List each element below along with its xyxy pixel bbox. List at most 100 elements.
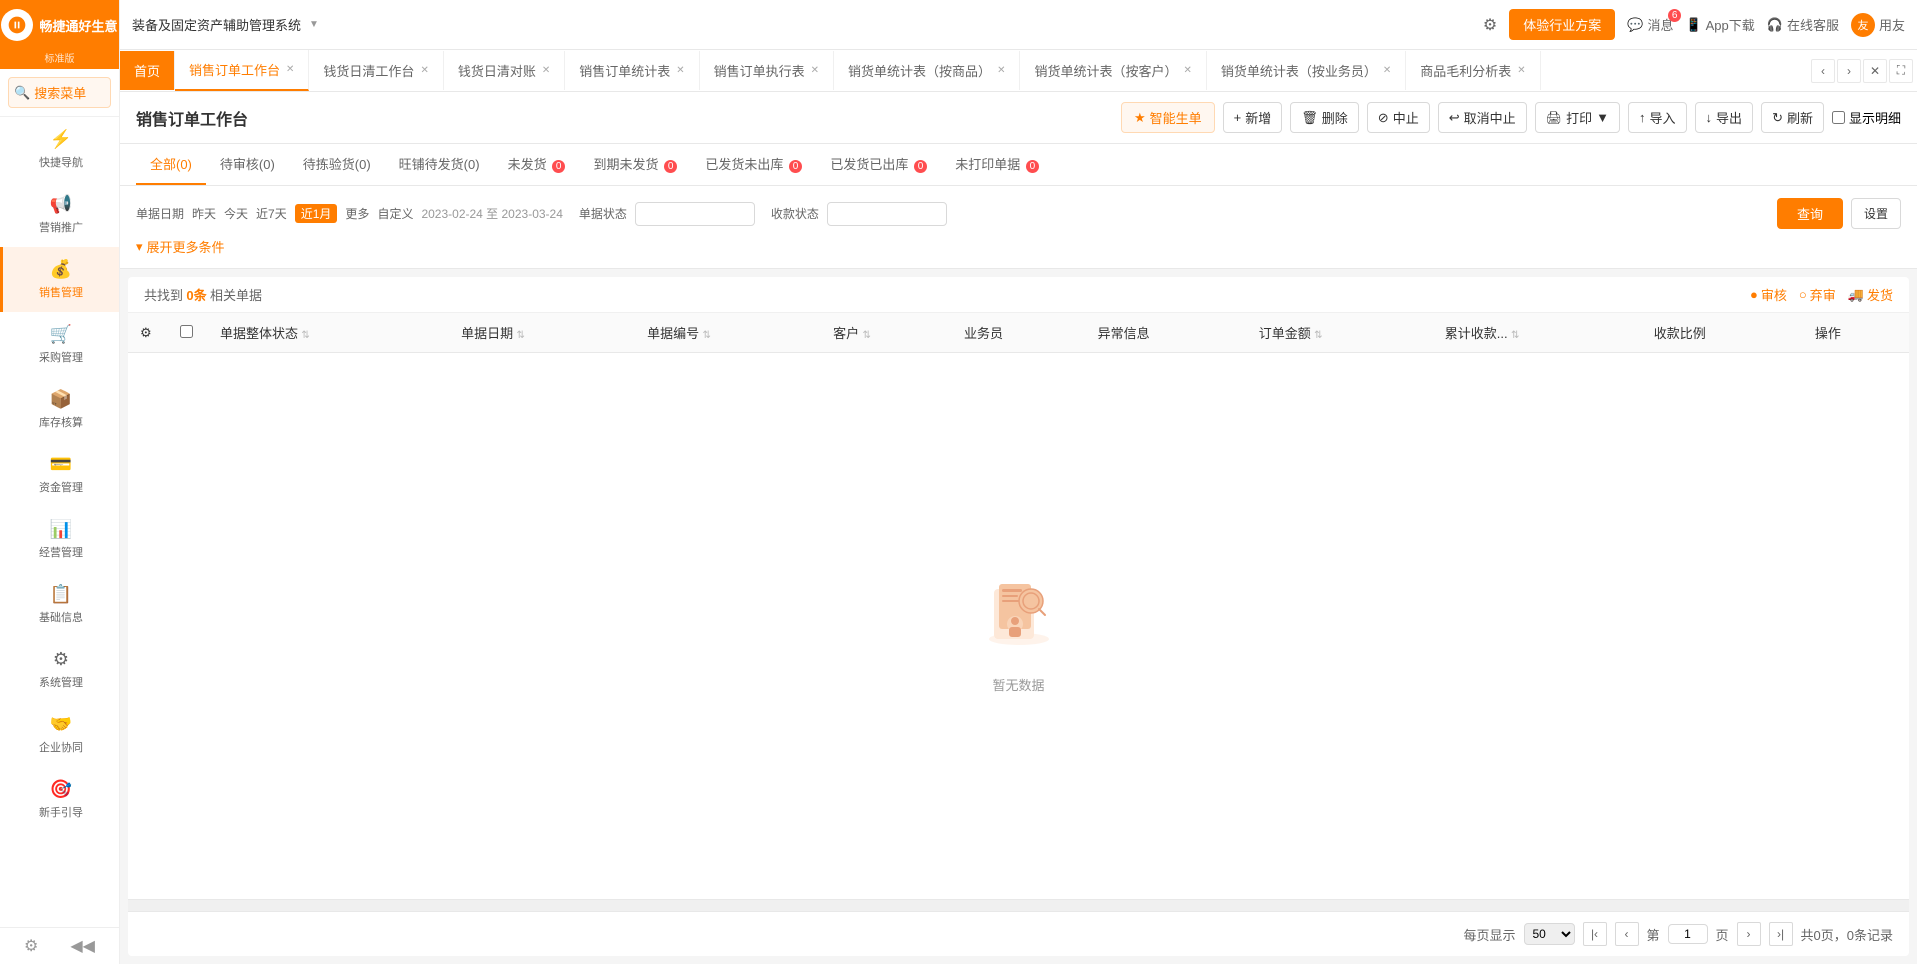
mobile-icon: 📱 — [1685, 17, 1701, 33]
expand-filter-btn[interactable]: ▾ 展开更多条件 — [136, 237, 225, 256]
settings-bottom-btn[interactable]: ⚙ — [24, 936, 38, 956]
sidebar-item-sales[interactable]: 💰 销售管理 — [0, 247, 119, 312]
sub-tab-shipped-out[interactable]: 已发货已出库 0 — [816, 144, 941, 185]
date-opt-today[interactable]: 今天 — [224, 205, 248, 222]
next-page-btn[interactable]: › — [1737, 922, 1761, 946]
payment-select[interactable] — [827, 202, 947, 226]
sub-tab-all[interactable]: 全部(0) — [136, 144, 206, 185]
sub-tab-not-printed[interactable]: 未打印单据 0 — [941, 144, 1053, 185]
sidebar-item-inventory[interactable]: 📦 库存核算 — [0, 377, 119, 442]
last-page-btn[interactable]: ›| — [1769, 922, 1793, 946]
tab-sales-summary-customer[interactable]: 销货单统计表（按客户） ✕ — [1020, 51, 1206, 90]
date-opt-more[interactable]: 更多 — [345, 205, 369, 222]
tab-close-sales-exec[interactable]: ✕ — [811, 65, 819, 76]
tab-sales-summary-staff[interactable]: 销货单统计表（按业务员） ✕ — [1207, 51, 1406, 90]
first-page-btn[interactable]: |‹ — [1583, 922, 1607, 946]
date-opt-yesterday[interactable]: 昨天 — [192, 205, 216, 222]
date-sort-icon[interactable]: ⇅ — [516, 330, 524, 341]
tab-cash-daily[interactable]: 钱货日清工作台 ✕ — [309, 51, 443, 90]
industry-btn[interactable]: 体验行业方案 — [1509, 9, 1615, 40]
tab-close-product-margin[interactable]: ✕ — [1517, 65, 1525, 76]
sub-tab-pending-review[interactable]: 待审核(0) — [206, 144, 289, 185]
sub-tab-not-shipped[interactable]: 未发货 0 — [494, 144, 580, 185]
status-sort-icon[interactable]: ⇅ — [301, 330, 309, 341]
tab-sales-exec[interactable]: 销售订单执行表 ✕ — [700, 51, 834, 90]
content-area: 销售订单工作台 ★ 智能生单 + 新增 🗑 删除 ⊘ 中止 — [120, 92, 1917, 964]
date-opt-1month[interactable]: 近1月 — [295, 204, 338, 223]
ship-btn[interactable]: 🚚 发货 — [1848, 285, 1893, 304]
stop-btn[interactable]: ⊘ 中止 — [1367, 102, 1430, 133]
tab-close-sales-stats[interactable]: ✕ — [676, 65, 684, 76]
online-service-item[interactable]: 🎧 在线客服 — [1767, 15, 1839, 34]
collected-sort-icon[interactable]: ⇅ — [1511, 330, 1519, 341]
search-menu-btn[interactable]: 🔍 搜索菜单 — [8, 77, 111, 108]
tab-close-cash-reconcile[interactable]: ✕ — [542, 65, 550, 76]
sub-tab-wangpu[interactable]: 旺铺待发货(0) — [385, 144, 494, 185]
user-item[interactable]: 友 用友 — [1851, 13, 1905, 37]
sub-tab-pending-inspect[interactable]: 待拣验货(0) — [289, 144, 385, 185]
sidebar-item-finance[interactable]: 💳 资金管理 — [0, 442, 119, 507]
tab-sales-workbench[interactable]: 销售订单工作台 ✕ — [175, 50, 309, 91]
sidebar-item-purchase[interactable]: 🛒 采购管理 — [0, 312, 119, 377]
sidebar-item-system[interactable]: ⚙ 系统管理 — [0, 637, 119, 702]
date-opt-custom[interactable]: 自定义 — [377, 205, 413, 222]
tab-product-margin[interactable]: 商品毛利分析表 ✕ — [1406, 51, 1540, 90]
checkbox-col-header — [168, 313, 208, 353]
tab-close-sales-workbench[interactable]: ✕ — [286, 64, 294, 75]
sidebar-item-guide[interactable]: 🎯 新手引导 — [0, 767, 119, 832]
tab-expand-btn[interactable]: ⛶ — [1889, 59, 1913, 83]
number-col-header: 单据编号 ⇅ — [635, 313, 821, 353]
page-input[interactable] — [1668, 924, 1708, 944]
sidebar-item-quick-nav[interactable]: ⚡ 快捷导航 — [0, 117, 119, 182]
tab-sales-stats[interactable]: 销售订单统计表 ✕ — [565, 51, 699, 90]
add-btn[interactable]: + 新增 — [1223, 102, 1283, 133]
tab-next-btn[interactable]: › — [1837, 59, 1861, 83]
amount-sort-icon[interactable]: ⇅ — [1314, 330, 1322, 341]
tab-close-sales-summary-staff[interactable]: ✕ — [1383, 65, 1391, 76]
status-select[interactable] — [635, 202, 755, 226]
sub-tab-shipped-not-out[interactable]: 已发货未出库 0 — [691, 144, 816, 185]
delete-btn[interactable]: 🗑 删除 — [1290, 102, 1359, 133]
tab-close-all-btn[interactable]: ✕ — [1863, 59, 1887, 83]
select-all-checkbox[interactable] — [180, 325, 193, 338]
filter-settings-btn[interactable]: 设置 — [1851, 198, 1901, 229]
settings-gear-icon[interactable]: ⚙ — [1483, 15, 1497, 35]
per-page-select[interactable]: 50 100 200 — [1524, 923, 1575, 945]
sidebar-item-marketing[interactable]: 📢 营销推广 — [0, 182, 119, 247]
column-settings-icon[interactable]: ⚙ — [140, 325, 152, 340]
operation-label: 经营管理 — [39, 544, 83, 560]
query-btn[interactable]: 查询 — [1777, 198, 1843, 229]
export-btn[interactable]: ↓ 导出 — [1695, 102, 1754, 133]
sidebar-item-operation[interactable]: 📊 经营管理 — [0, 507, 119, 572]
sidebar-item-basic-info[interactable]: 📋 基础信息 — [0, 572, 119, 637]
system-icon: ⚙ — [53, 649, 69, 670]
prev-page-btn[interactable]: ‹ — [1615, 922, 1639, 946]
tab-home[interactable]: 首页 — [120, 51, 175, 90]
number-sort-icon[interactable]: ⇅ — [703, 330, 711, 341]
tab-close-sales-summary-product[interactable]: ✕ — [997, 65, 1005, 76]
sidebar-item-enterprise[interactable]: 🤝 企业协同 — [0, 702, 119, 767]
abandon-review-btn[interactable]: ○ 弃审 — [1799, 285, 1836, 304]
home-tab-label: 首页 — [134, 61, 160, 80]
horizontal-scrollbar[interactable] — [128, 899, 1909, 911]
tab-close-sales-summary-customer[interactable]: ✕ — [1183, 65, 1191, 76]
cancel-stop-btn[interactable]: ↩ 取消中止 — [1438, 102, 1527, 133]
tab-cash-reconcile[interactable]: 钱货日清对账 ✕ — [444, 51, 565, 90]
print-icon: 🖨 — [1546, 110, 1563, 126]
refresh-btn[interactable]: ↻ 刷新 — [1761, 102, 1824, 133]
show-detail-checkbox[interactable] — [1832, 111, 1845, 124]
tab-close-cash-daily[interactable]: ✕ — [420, 65, 428, 76]
sub-tab-expired-not-shipped[interactable]: 到期未发货 0 — [579, 144, 691, 185]
tab-prev-btn[interactable]: ‹ — [1811, 59, 1835, 83]
smart-create-btn[interactable]: ★ 智能生单 — [1121, 102, 1215, 133]
tab-sales-summary-product[interactable]: 销货单统计表（按商品） ✕ — [834, 51, 1020, 90]
message-item[interactable]: 💬 消息 6 — [1627, 15, 1673, 34]
print-btn[interactable]: 🖨 打印 ▼ — [1535, 102, 1620, 133]
review-btn[interactable]: ● 审核 — [1750, 285, 1787, 304]
app-download-item[interactable]: 📱 App下载 — [1685, 15, 1754, 34]
show-detail-label[interactable]: 显示明细 — [1832, 108, 1901, 127]
date-opt-7days[interactable]: 近7天 — [256, 205, 287, 222]
customer-sort-icon[interactable]: ⇅ — [863, 330, 871, 341]
import-btn[interactable]: ↑ 导入 — [1628, 102, 1687, 133]
collapse-btn[interactable]: ◀◀ — [70, 936, 95, 956]
